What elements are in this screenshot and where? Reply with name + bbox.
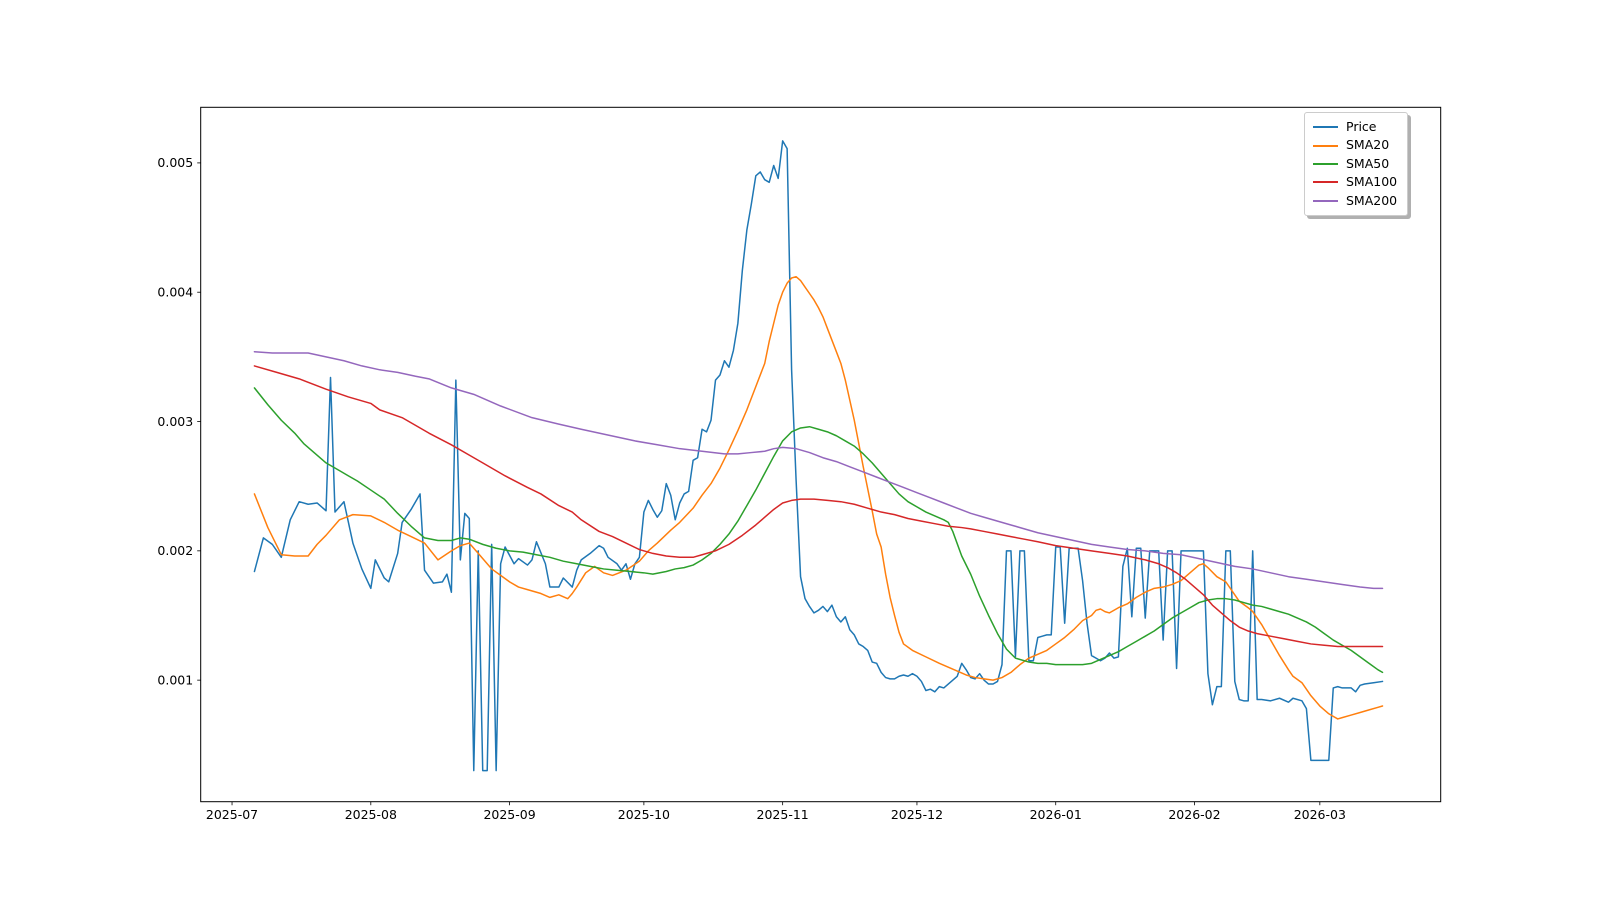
legend-item-sma200: SMA200	[1313, 192, 1398, 210]
sma100-line-swatch	[1313, 181, 1338, 184]
legend-label-sma50: SMA50	[1346, 155, 1390, 171]
legend: Price SMA20 SMA50 SMA100 SMA200	[1304, 112, 1408, 216]
sma20-line	[253, 275, 1384, 720]
x-tick-label: 2025-09	[483, 807, 535, 822]
y-tick-label: 0.005	[157, 155, 193, 170]
y-tick-label: 0.001	[157, 672, 193, 687]
legend-item-price: Price	[1313, 118, 1398, 136]
x-tick-label: 2025-08	[345, 807, 397, 822]
sma50-line-swatch	[1313, 163, 1338, 166]
x-tick-label: 2025-07	[206, 807, 258, 822]
x-tick-label: 2026-02	[1168, 807, 1220, 822]
figure: 2025-07 2025-08 2025-09 2025-10 2025-11 2025-…	[0, 0, 1600, 900]
y-tick-label: 0.003	[157, 414, 193, 429]
plot-frame	[200, 106, 1442, 803]
sma200-line-swatch	[1313, 199, 1338, 202]
x-tick-label: 2026-03	[1294, 807, 1346, 822]
price-line-swatch	[1313, 126, 1338, 129]
legend-item-sma50: SMA50	[1313, 155, 1398, 173]
sma100-line	[253, 365, 1384, 648]
x-tick-label: 2026-01	[1030, 807, 1082, 822]
legend-item-sma20: SMA20	[1313, 136, 1398, 154]
legend-label-sma20: SMA20	[1346, 137, 1390, 153]
sma20-line-swatch	[1313, 144, 1338, 147]
legend-label-price: Price	[1346, 118, 1377, 134]
y-tick-label: 0.002	[157, 543, 193, 558]
x-tick-label: 2025-12	[891, 807, 943, 822]
y-tick-label: 0.004	[157, 285, 193, 300]
x-tick-label: 2025-10	[618, 807, 670, 822]
legend-item-sma100: SMA100	[1313, 173, 1398, 191]
legend-label-sma200: SMA200	[1346, 192, 1398, 208]
x-tick-label: 2025-11	[757, 807, 809, 822]
legend-label-sma100: SMA100	[1346, 174, 1398, 190]
